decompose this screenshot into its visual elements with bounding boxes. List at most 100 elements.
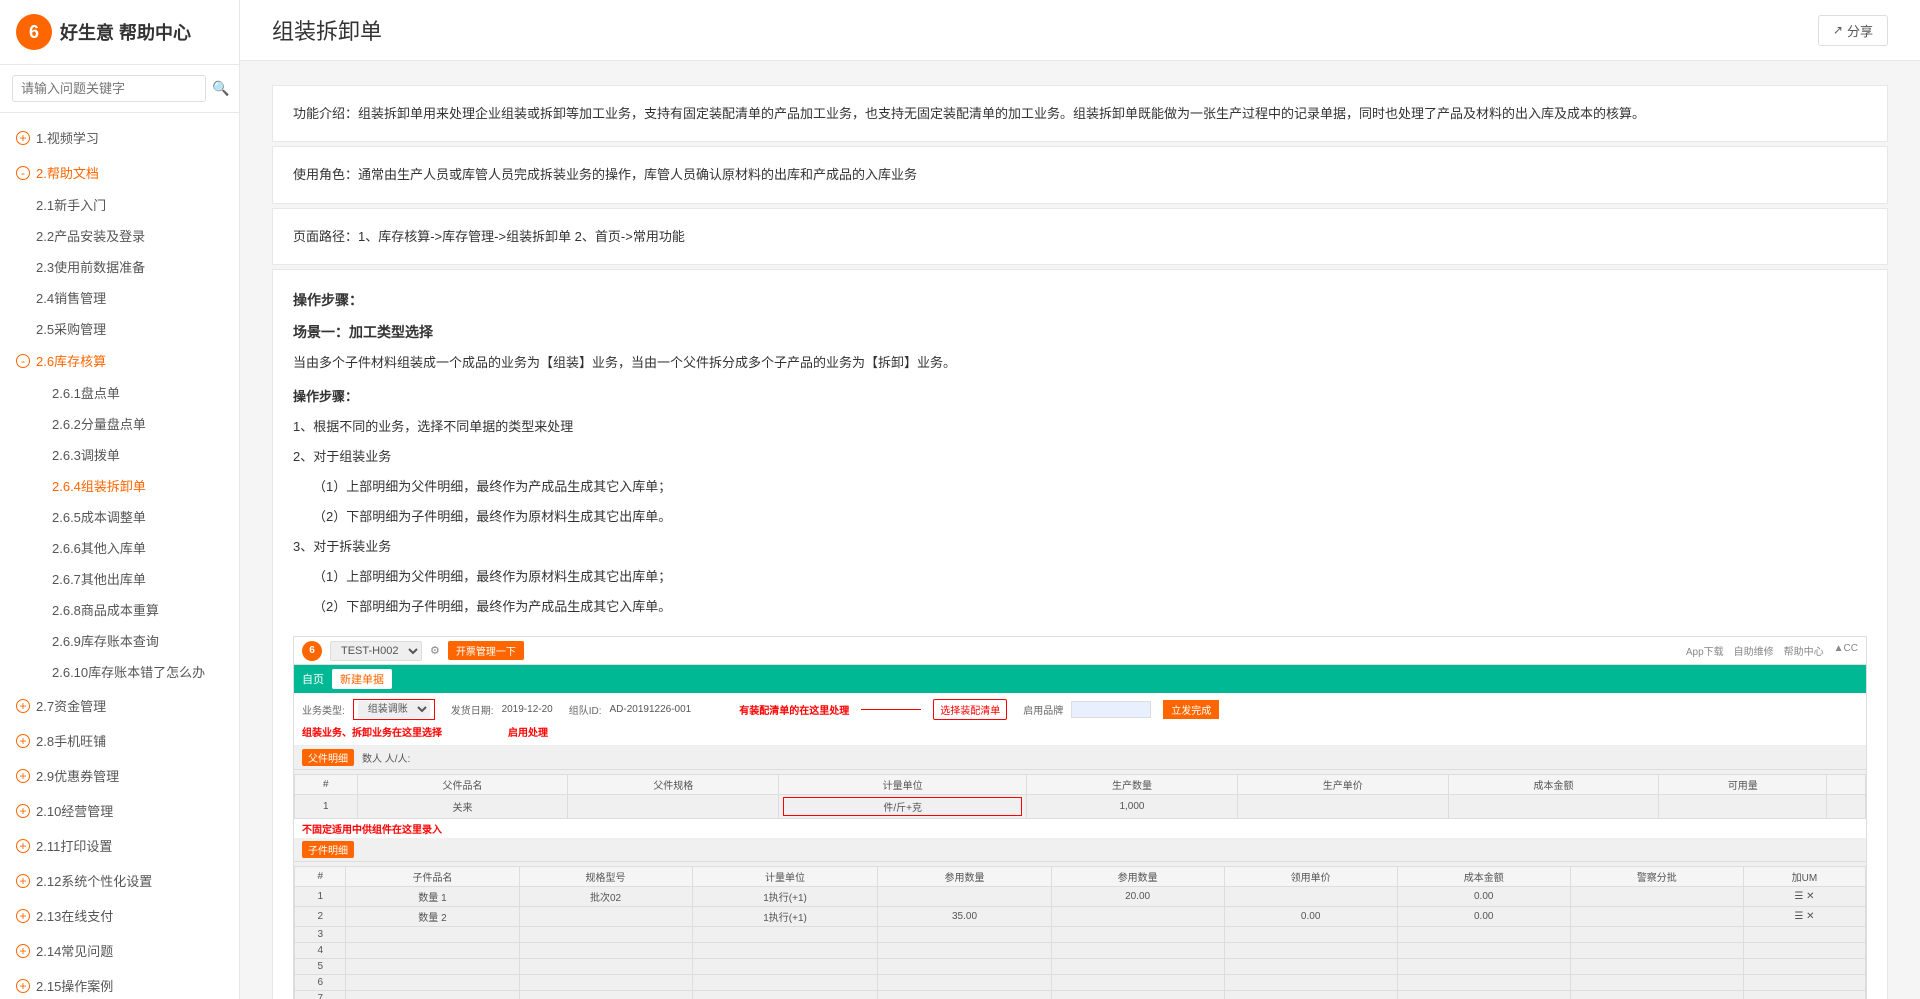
mock-new-tab[interactable]: 新建单据 <box>332 669 392 689</box>
mock-company-select[interactable]: TEST-H002 <box>330 641 422 661</box>
mock-lower-cell-action: ☰ ✕ <box>1743 887 1865 907</box>
sidebar-nav: + 1.视频学习 - 2.帮助文档 2.1新手入门 2.2产品安装及登录 2.3… <box>0 113 239 999</box>
nav-group-finance: + 2.7资金管理 <box>0 689 239 722</box>
sidebar-item-inventory[interactable]: - 2.6库存核算 <box>0 344 239 377</box>
mock-lower-cell-price <box>1224 887 1397 907</box>
sidebar-item-cost-adjust[interactable]: 2.6.5成本调整单 <box>16 501 239 532</box>
mock-upper-cell-name: 关来 <box>357 795 568 819</box>
sidebar-item-purchase[interactable]: 2.5采购管理 <box>0 313 239 344</box>
sidebar-item-cases[interactable]: + 2.15操作案例 <box>0 969 239 999</box>
share-button[interactable]: ↗ 分享 <box>1818 15 1888 46</box>
mock-self-repair: 自助维修 <box>1734 643 1774 658</box>
mock-lower-cell-batch2-2 <box>1570 907 1743 927</box>
mock-date-label: 发货日期: <box>451 702 494 717</box>
mock-app-download: App下载 <box>1686 643 1724 658</box>
expand-icon: + <box>16 944 30 958</box>
brand-name: 好生意 帮助中心 <box>60 19 191 45</box>
nav-group-mobile: + 2.8手机旺铺 <box>0 724 239 757</box>
expand-icon: + <box>16 839 30 853</box>
mock-upper-table: # 父件品名 父件规格 计量单位 生产数量 生产单价 成本金额 可用量 <box>294 774 1866 819</box>
mock-lower-row2: 2 数量 2 1执行(+1) 35.00 0.00 0.00 ☰ ✕ <box>295 907 1866 927</box>
nav-group-ops: + 2.10经营管理 <box>0 794 239 827</box>
mock-bill-val: AD-20191226-001 <box>610 704 692 715</box>
mock-annotation4: 不固定适用中供组件在这里录入 <box>302 825 442 836</box>
mock-lower-row1: 1 数量 1 批次02 1执行(+1) 20.00 0.00 ☰ ✕ <box>295 887 1866 907</box>
sidebar-item-mobile[interactable]: + 2.8手机旺铺 <box>0 724 239 757</box>
step2-1: （1）上部明细为父件明细，最终作为产成品生成其它入库单； <box>293 474 1867 500</box>
expand-icon: + <box>16 699 30 713</box>
mock-upper-cell-cost <box>1448 795 1659 819</box>
mock-home-tab[interactable]: 自页 <box>302 671 324 687</box>
sidebar-item-partial-stocktake[interactable]: 2.6.2分量盘点单 <box>16 408 239 439</box>
mock-lower-cell-qty1-2: 35.00 <box>878 907 1051 927</box>
sidebar-item-ops[interactable]: + 2.10经营管理 <box>0 794 239 827</box>
sidebar-item-label: 2.15操作案例 <box>36 976 113 995</box>
sidebar-item-data-prep[interactable]: 2.3使用前数据准备 <box>0 251 239 282</box>
mock-upper-cell-avail <box>1659 795 1827 819</box>
intro-section: 功能介绍：组装拆卸单用来处理企业组装或拆卸等加工业务，支持有固定装配清单的产品加… <box>272 85 1888 142</box>
sidebar-item-newbie[interactable]: 2.1新手入门 <box>0 189 239 220</box>
mock-annotation1: 有装配清单的在这里处理 <box>739 702 849 717</box>
sidebar-item-assemble[interactable]: 2.6.4组装拆卸单 <box>16 470 239 501</box>
mock-select-bom-btn[interactable]: 选择装配清单 <box>933 699 1007 720</box>
mock-lower-row3: 3 <box>295 927 1866 943</box>
mock-topbar: 6 TEST-H002 ⚙ 开票管理一下 App下载 自助维修 帮助中心 ▲CC <box>294 637 1866 665</box>
sidebar-item-faq[interactable]: + 2.14常见问题 <box>0 934 239 967</box>
sidebar-item-other-out[interactable]: 2.6.7其他出库单 <box>16 563 239 594</box>
mock-brand-input[interactable] <box>1071 701 1151 718</box>
share-icon: ↗ <box>1833 23 1843 37</box>
sidebar-item-cost-recalc[interactable]: 2.6.8商品成本重算 <box>16 594 239 625</box>
mock-invoice-btn[interactable]: 开票管理一下 <box>448 641 524 660</box>
mock-th-price: 生产单价 <box>1237 775 1448 795</box>
mock-green-toolbar: 自页 新建单据 <box>294 665 1866 693</box>
sidebar-item-ledger-fix[interactable]: 2.6.10库存账本错了怎么办 <box>16 656 239 687</box>
mock-date-val: 2019-12-20 <box>502 704 553 715</box>
sidebar-item-coupon[interactable]: + 2.9优惠券管理 <box>0 759 239 792</box>
mock-lower-cell-unit: 1执行(+1) <box>692 887 878 907</box>
sidebar-item-label: 2.12系统个性化设置 <box>36 871 152 890</box>
step1: 1、根据不同的业务，选择不同单据的类型来处理 <box>293 414 1867 440</box>
mock-bill-label: 组队ID: <box>569 702 602 717</box>
sidebar-item-other-in[interactable]: 2.6.6其他入库单 <box>16 532 239 563</box>
mock-type-select[interactable]: 组装调账 <box>358 701 430 718</box>
role-section: 使用角色：通常由生产人员或库管人员完成拆装业务的操作，库管人员确认原材料的出库和… <box>272 146 1888 203</box>
sidebar-item-videos[interactable]: + 1.视频学习 <box>0 121 239 154</box>
sidebar-item-stocktake[interactable]: 2.6.1盘点单 <box>16 377 239 408</box>
mock-lower-cell-batch2 <box>1570 887 1743 907</box>
sidebar-item-print[interactable]: + 2.11打印设置 <box>0 829 239 862</box>
sidebar-item-customize[interactable]: + 2.12系统个性化设置 <box>0 864 239 897</box>
page-title: 组装拆卸单 <box>272 14 382 46</box>
mock-help: 帮助中心 <box>1784 643 1824 658</box>
sidebar-item-ledger-query[interactable]: 2.6.9库存账本查询 <box>16 625 239 656</box>
mock-upper-cell-no: 1 <box>295 795 358 819</box>
mock-arrow-line1 <box>861 709 921 710</box>
mock-unit-redbox: 件/斤+克 <box>783 797 1022 816</box>
role-text: 使用角色：通常由生产人员或库管人员完成拆装业务的操作，库管人员确认原材料的出库和… <box>293 167 917 182</box>
sidebar-item-transfer[interactable]: 2.6.3调拨单 <box>16 439 239 470</box>
mock-th-avail: 可用量 <box>1659 775 1827 795</box>
mock-lower-cell-action2: ☰ ✕ <box>1743 907 1865 927</box>
mock-upper-row1: 1 关来 件/斤+克 1,000 <box>295 795 1866 819</box>
sidebar-item-install[interactable]: 2.2产品安装及登录 <box>0 220 239 251</box>
mock-upper-cell-unit: 件/斤+克 <box>779 795 1027 819</box>
mock-annotation-row: 组装业务、拆卸业务在这里选择 启用处理 <box>302 724 1858 739</box>
expand-icon: + <box>16 734 30 748</box>
sidebar-item-docs[interactable]: - 2.帮助文档 <box>0 156 239 189</box>
sidebar-item-label: 2.14常见问题 <box>36 941 113 960</box>
mock-lower-cell-qty2: 20.00 <box>1051 887 1224 907</box>
mock-lth-useqty2: 参用数量 <box>1051 867 1224 887</box>
path-text: 页面路径：1、库存核算->库存管理->组装拆卸单 2、首页->常用功能 <box>293 229 685 244</box>
mock-type-redbox: 组装调账 <box>353 699 435 720</box>
sidebar-item-label: 2.13在线支付 <box>36 906 113 925</box>
search-input[interactable] <box>12 75 206 102</box>
mock-confirm-btn[interactable]: 立发完成 <box>1163 700 1219 719</box>
sidebar-item-label: 2.帮助文档 <box>36 163 99 182</box>
search-button[interactable]: 🔍 <box>212 80 229 97</box>
sidebar-item-label: 2.10经营管理 <box>36 801 113 820</box>
scene1-desc: 当由多个子件材料组装成一个成品的业务为【组装】业务，当由一个父件拆分成多个子产品… <box>293 350 1867 376</box>
scene1-title: 场景一：加工类型选择 <box>293 322 1867 342</box>
sidebar-item-payment[interactable]: + 2.13在线支付 <box>0 899 239 932</box>
main-area: 组装拆卸单 ↗ 分享 功能介绍：组装拆卸单用来处理企业组装或拆卸等加工业务，支持… <box>240 0 1920 999</box>
sidebar-item-sales[interactable]: 2.4销售管理 <box>0 282 239 313</box>
sidebar-item-finance[interactable]: + 2.7资金管理 <box>0 689 239 722</box>
